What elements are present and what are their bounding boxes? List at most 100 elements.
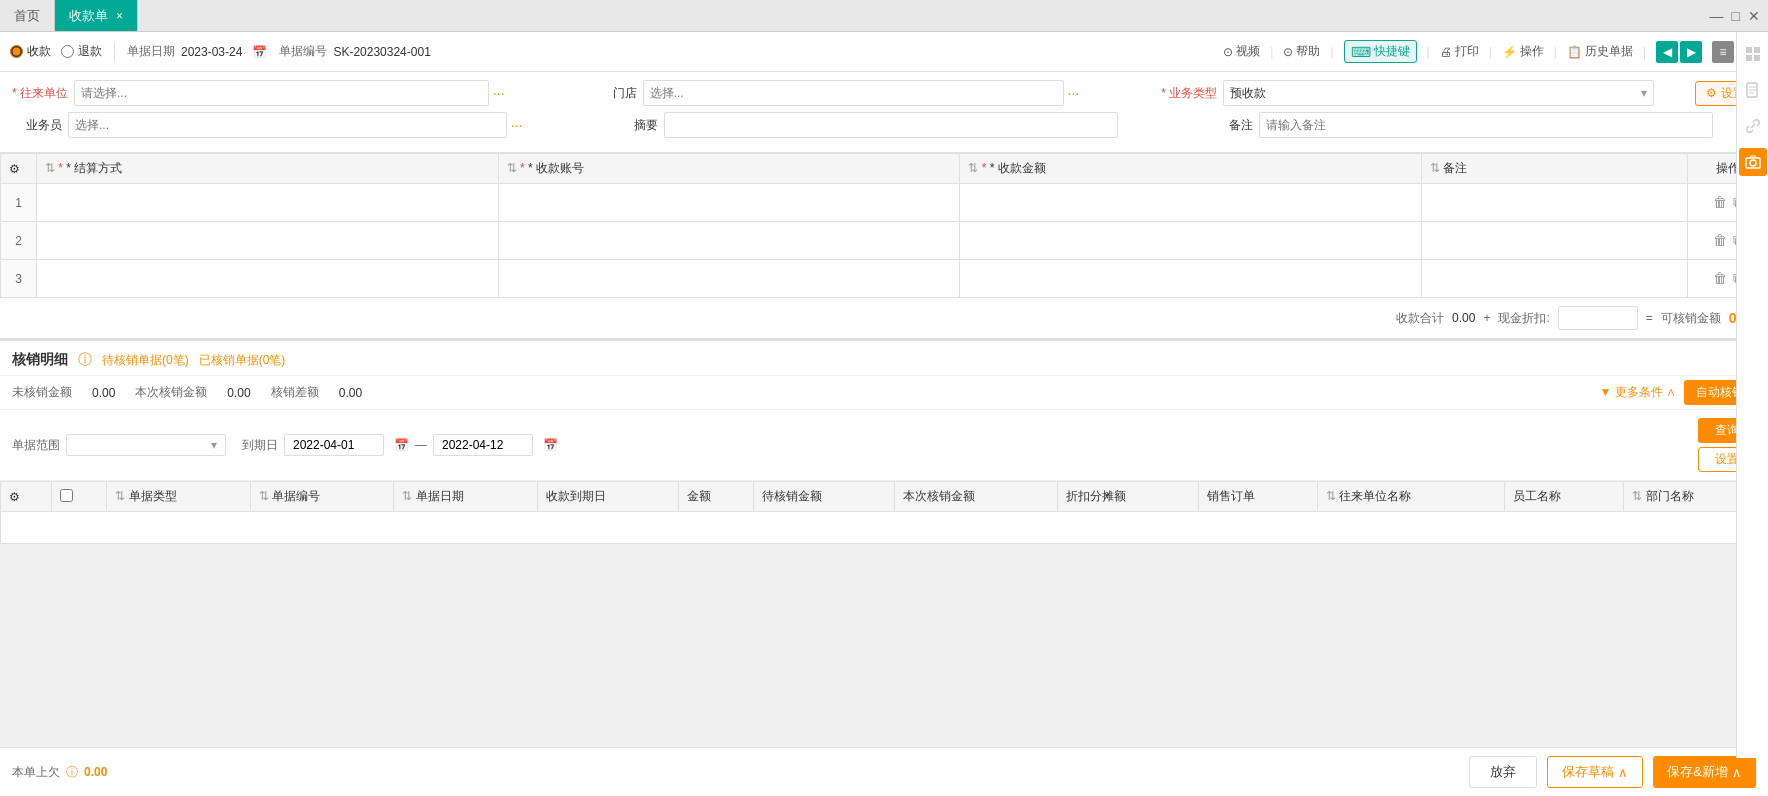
row-remark-3[interactable] [1422,260,1688,298]
row-amount-1[interactable] [960,184,1422,222]
more-conditions-btn[interactable]: ▼ 更多条件 ∧ [1599,384,1676,401]
print-action[interactable]: 🖨 打印 [1440,43,1479,60]
delete-icon-2[interactable]: 🗑 [1713,232,1727,249]
history-label: 历史单据 [1585,43,1633,60]
save-new-btn[interactable]: 保存&新增 ∧ [1653,756,1756,788]
partner-field: * 往来单位 ··· [12,80,505,106]
list-view-btn[interactable]: ≡ [1712,41,1734,63]
svg-rect-0 [1746,47,1752,53]
biz-type-select[interactable]: 预收款 ▾ [1223,80,1654,106]
calendar-icon[interactable]: 📅 [252,45,267,59]
store-input[interactable] [643,80,1064,106]
sidebar-icon-1[interactable] [1739,40,1767,68]
shortcut-action[interactable]: ⌨ 快捷键 [1344,40,1417,63]
remark-label: 备注 [1203,117,1253,134]
bottom-table-container: ⚙ ⇅ 单据类型 ⇅ 单据编号 ⇅ 单据日期 [0,481,1768,544]
row-method-2[interactable] [37,222,499,260]
staff-more-btn[interactable]: ··· [511,117,523,133]
history-action[interactable]: 📋 历史单据 [1567,43,1633,60]
nav-arrows: ◀ ▶ [1656,41,1702,63]
bt-col-settings[interactable]: ⚙ [1,482,52,512]
video-action[interactable]: ⊙ 视频 [1223,43,1260,60]
bt-settings-icon: ⚙ [9,490,20,504]
cal-icon-from[interactable]: 📅 [394,438,409,452]
remark-input[interactable] [1259,112,1713,138]
date-value: 2023-03-24 [181,45,242,59]
svg-point-9 [1750,160,1756,166]
row-account-1[interactable] [498,184,960,222]
row-method-1[interactable] [37,184,499,222]
refund-radio[interactable]: 退款 [61,43,102,60]
current-val: 0.00 [227,386,250,400]
staff-input[interactable] [68,112,507,138]
tab-home[interactable]: 首页 [0,0,55,31]
row-method-3[interactable] [37,260,499,298]
sep4: | [1489,45,1492,59]
row-amount-3[interactable] [960,260,1422,298]
row-account-3[interactable] [498,260,960,298]
table-settings-header[interactable]: ⚙ [1,154,37,184]
delete-icon-3[interactable]: 🗑 [1713,270,1727,287]
table-row: 1 🗑 ⧉ [1,184,1768,222]
row-remark-1[interactable] [1422,184,1688,222]
settings-icon: ⚙ [9,162,20,176]
writeoff-info-icon[interactable]: ⓘ [78,351,92,369]
receipt-radio[interactable]: 收款 [10,43,51,60]
store-more-btn[interactable]: ··· [1068,85,1080,101]
row-num-3: 3 [1,260,37,298]
staff-label: 业务员 [12,117,62,134]
tab-receipt[interactable]: 收款单 × [55,0,138,31]
maximize-icon[interactable]: □ [1732,8,1740,24]
diff-val: 0.00 [339,386,362,400]
row-amount-2[interactable] [960,222,1422,260]
summary-input[interactable] [664,112,1118,138]
nav-next-btn[interactable]: ▶ [1680,41,1702,63]
partner-label: * 往来单位 [12,85,68,102]
date-separator: — [415,438,427,452]
minimize-icon[interactable]: — [1710,8,1724,24]
date-field: 单据日期 2023-03-24 📅 [127,43,267,60]
sort-icon4: ⇅ [1430,161,1440,175]
bt-col-checkbox[interactable] [52,482,107,512]
cal-icon-to[interactable]: 📅 [543,438,558,452]
staff-field: 业务员 ··· [12,112,522,138]
footer-actions: 放弃 保存草稿 ∧ 保存&新增 ∧ [1469,756,1756,788]
save-draft-btn[interactable]: 保存草稿 ∧ [1547,756,1643,788]
table-header-row: ⚙ ⇅ * * 结算方式 ⇅ * * 收款账号 ⇅ * * 收款金额 [1,154,1768,184]
history-icon: 📋 [1567,45,1582,59]
stats-actions: ▼ 更多条件 ∧ 自动核销 [1599,380,1756,405]
date-from-input[interactable] [284,434,384,456]
divider1 [114,42,115,62]
current-label: 本次核销金额 [135,384,207,401]
cash-discount-input[interactable] [1558,306,1638,330]
range-select[interactable]: ▾ [66,434,226,456]
sidebar-icon-2[interactable] [1739,76,1767,104]
writeoff-area: 未核销金额 0.00 本次核销金额 0.00 核销差额 0.00 ▼ 更多条件 … [0,376,1768,544]
abandon-btn[interactable]: 放弃 [1469,756,1537,788]
nav-prev-btn[interactable]: ◀ [1656,41,1678,63]
date-label: 单据日期 [127,43,175,60]
tab-close-icon[interactable]: × [116,9,123,23]
close-window-icon[interactable]: ✕ [1748,8,1760,24]
sep1: | [1270,45,1273,59]
help-action[interactable]: ⊙ 帮助 [1283,43,1320,60]
row-num-2: 2 [1,222,37,260]
select-all-checkbox[interactable] [60,489,73,502]
biz-type-arrow: ▾ [1641,86,1647,100]
form-row-2: 业务员 ··· 摘要 备注 [12,112,1756,138]
table-header-amount: ⇅ * * 收款金额 [960,154,1422,184]
delete-icon-1[interactable]: 🗑 [1713,194,1727,211]
pending-tab[interactable]: 待核销单据(0笔) [102,352,189,369]
sidebar-icon-4[interactable] [1739,148,1767,176]
partner-more-btn[interactable]: ··· [493,85,505,101]
date-to-input[interactable] [433,434,533,456]
partner-input[interactable] [74,80,489,106]
data-table-container: ⚙ ⇅ * * 结算方式 ⇅ * * 收款账号 ⇅ * * 收款金额 [0,153,1768,298]
sidebar-icon-3[interactable] [1739,112,1767,140]
ops-action[interactable]: ⚡ 操作 [1502,43,1544,60]
row-remark-2[interactable] [1422,222,1688,260]
row-account-2[interactable] [498,222,960,260]
done-tab[interactable]: 已核销单据(0笔) [199,352,286,369]
print-icon: 🖨 [1440,45,1452,59]
form-row-1: * 往来单位 ··· 门店 ··· * 业务类型 预收款 ▾ ⚙ 设置 [12,80,1756,106]
